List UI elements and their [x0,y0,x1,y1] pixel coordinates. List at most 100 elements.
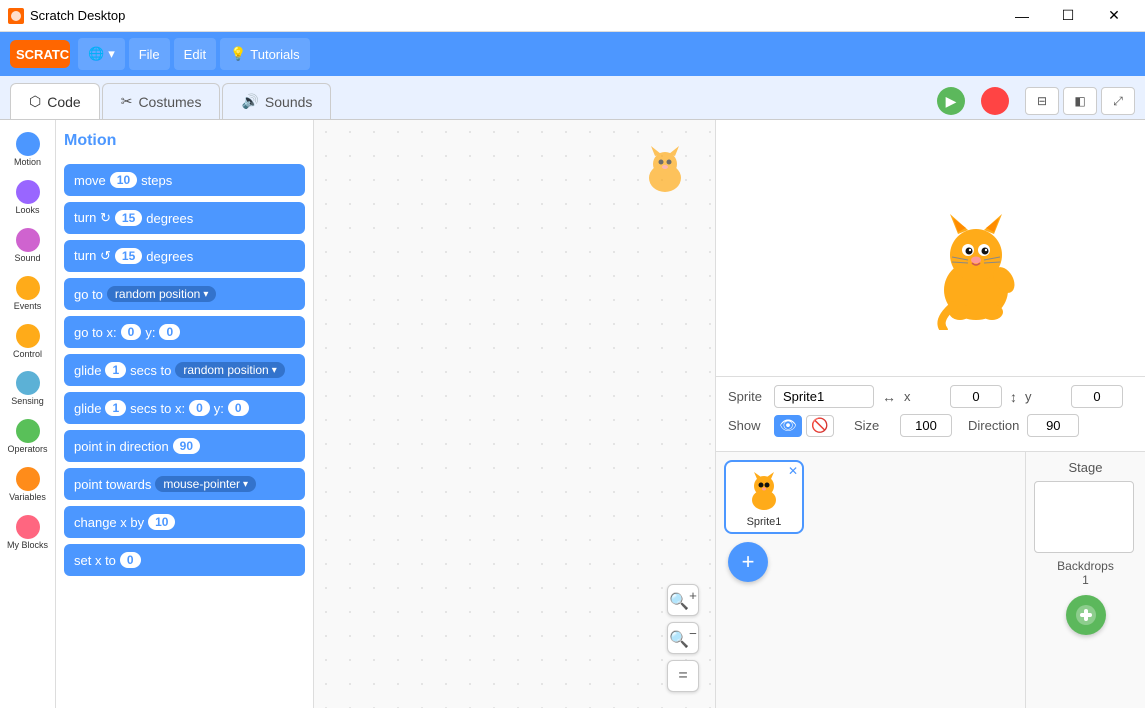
svg-text:SCRATCH: SCRATCH [16,47,69,62]
stage-thumbnail[interactable] [1034,481,1134,553]
edit-menu-button[interactable]: Edit [174,38,216,70]
sounds-tab-icon: 🔊 [241,93,258,110]
sprite-card-label: Sprite1 [747,516,782,528]
main-area: Motion Looks Sound Events Control Sensin… [0,120,1145,708]
tab-sounds[interactable]: 🔊 Sounds [222,83,331,119]
block-move[interactable]: move 10 steps [64,164,305,196]
block-set-x[interactable]: set x to 0 [64,544,305,576]
sprite-name-row: Sprite ↔ x ↕ y [728,385,1133,408]
sound-label: Sound [14,254,40,264]
layout-stage-button[interactable]: ◧ [1063,87,1097,115]
zoom-out-button[interactable]: 🔍− [667,622,699,654]
zoom-in-button[interactable]: 🔍+ [667,584,699,616]
size-label: Size [854,418,892,433]
sidebar-item-operators[interactable]: Operators [4,415,52,459]
title-bar-left: Scratch Desktop [8,8,125,24]
close-button[interactable]: ✕ [1091,0,1137,32]
tab-costumes[interactable]: ✂ Costumes [102,83,221,119]
sidebar-item-events[interactable]: Events [4,272,52,316]
y-label: y [1025,389,1063,404]
green-flag-button[interactable]: ▶ [937,87,965,115]
x-coord-icon: ↔ [882,389,896,405]
tabs-row: ⬡ Code ✂ Costumes 🔊 Sounds ▶ ⊟ ◧ ⤢ [0,76,1145,120]
show-label: Show [728,418,766,433]
block-glide-xy[interactable]: glide 1 secs to x: 0 y: 0 [64,392,305,424]
language-button[interactable]: 🌐 ▾ [78,38,125,70]
minimize-button[interactable]: — [999,0,1045,32]
globe-icon: 🌐 [88,46,104,62]
blocks-panel-title: Motion [64,128,305,154]
delete-sprite-icon[interactable]: ✕ [788,464,798,478]
hide-button[interactable]: 🚫 [806,415,834,437]
backdrops-label: Backdrops 1 [1034,559,1137,587]
menu-bar: SCRATCH 🌐 ▾ File Edit 💡 Tutorials [0,32,1145,76]
title-bar-controls: — ☐ ✕ [999,0,1137,32]
zoom-in-icon: 🔍+ [669,588,697,611]
maximize-button[interactable]: ☐ [1045,0,1091,32]
stage-cat-sprite [916,200,1036,330]
block-change-x[interactable]: change x by 10 [64,506,305,538]
zoom-out-icon: 🔍− [669,626,697,649]
sidebar-item-control[interactable]: Control [4,320,52,364]
tutorials-icon: 💡 [230,46,246,62]
category-sidebar: Motion Looks Sound Events Control Sensin… [0,120,56,708]
title-bar: Scratch Desktop — ☐ ✕ [0,0,1145,32]
chevron-down-icon: ▾ [108,46,115,62]
block-goto[interactable]: go to random position [64,278,305,310]
y-coord-icon: ↕ [1010,389,1017,405]
script-area[interactable]: 🔍+ 🔍− = [314,120,715,708]
add-backdrop-button[interactable] [1066,595,1106,635]
block-point-direction[interactable]: point in direction 90 [64,430,305,462]
x-label: x [904,389,942,404]
sprite-label: Sprite [728,389,766,404]
sprite-name-input[interactable] [774,385,874,408]
block-turn-ccw[interactable]: turn ↺ 15 degrees [64,240,305,272]
layout-fullscreen-button[interactable]: ⤢ [1101,87,1135,115]
sidebar-item-sound[interactable]: Sound [4,224,52,268]
looks-label: Looks [15,206,39,216]
app-icon [8,8,24,24]
show-visible-button[interactable]: 👁 [774,415,802,437]
sprite-info-panel: Sprite ↔ x ↕ y Show 👁 🚫 Size Direction [716,377,1145,452]
scratch-logo: SCRATCH [10,40,70,68]
sidebar-item-variables[interactable]: Variables [4,463,52,507]
sidebar-item-myblocks[interactable]: My Blocks [4,511,52,555]
operators-label: Operators [7,445,47,455]
sidebar-item-motion[interactable]: Motion [4,128,52,172]
sensing-label: Sensing [11,397,44,407]
stop-button[interactable] [981,87,1009,115]
sidebar-item-sensing[interactable]: Sensing [4,367,52,411]
file-menu-button[interactable]: File [129,38,170,70]
sprite-thumbnail [740,466,788,514]
code-tab-icon: ⬡ [29,93,41,110]
events-label: Events [14,302,42,312]
sprites-container: ✕ Sprite1 + [716,452,1025,708]
myblocks-label: My Blocks [7,541,48,551]
backdrops-count: 1 [1082,573,1089,587]
fit-screen-button[interactable]: = [667,660,699,692]
stage-side-title: Stage [1034,460,1137,475]
visibility-toggles: 👁 🚫 [774,415,834,437]
block-glide-random[interactable]: glide 1 secs to random position [64,354,305,386]
size-input[interactable] [900,414,952,437]
block-goto-xy[interactable]: go to x: 0 y: 0 [64,316,305,348]
layout-split-button[interactable]: ⊟ [1025,87,1059,115]
layout-buttons: ⊟ ◧ ⤢ [1025,87,1135,115]
tutorials-button[interactable]: 💡 Tutorials [220,38,310,70]
block-point-towards[interactable]: point towards mouse-pointer [64,468,305,500]
y-coord-input[interactable] [1071,385,1123,408]
add-sprite-button[interactable]: + [728,542,768,582]
block-turn-cw[interactable]: turn ↻ 15 degrees [64,202,305,234]
sprite-show-row: Show 👁 🚫 Size Direction [728,414,1133,437]
x-coord-input[interactable] [950,385,1002,408]
app-title: Scratch Desktop [30,8,125,23]
blocks-panel: Motion move 10 steps turn ↻ 15 degrees t… [56,120,314,708]
direction-input[interactable] [1027,414,1079,437]
sidebar-item-looks[interactable]: Looks [4,176,52,220]
direction-label: Direction [968,418,1019,433]
tab-code[interactable]: ⬡ Code [10,83,100,119]
script-zoom-controls: 🔍+ 🔍− = [667,584,699,692]
sprite-list-area: ✕ Sprite1 + [716,452,1145,708]
sprite-card-sprite1[interactable]: ✕ Sprite1 [724,460,804,534]
motion-label: Motion [14,158,41,168]
